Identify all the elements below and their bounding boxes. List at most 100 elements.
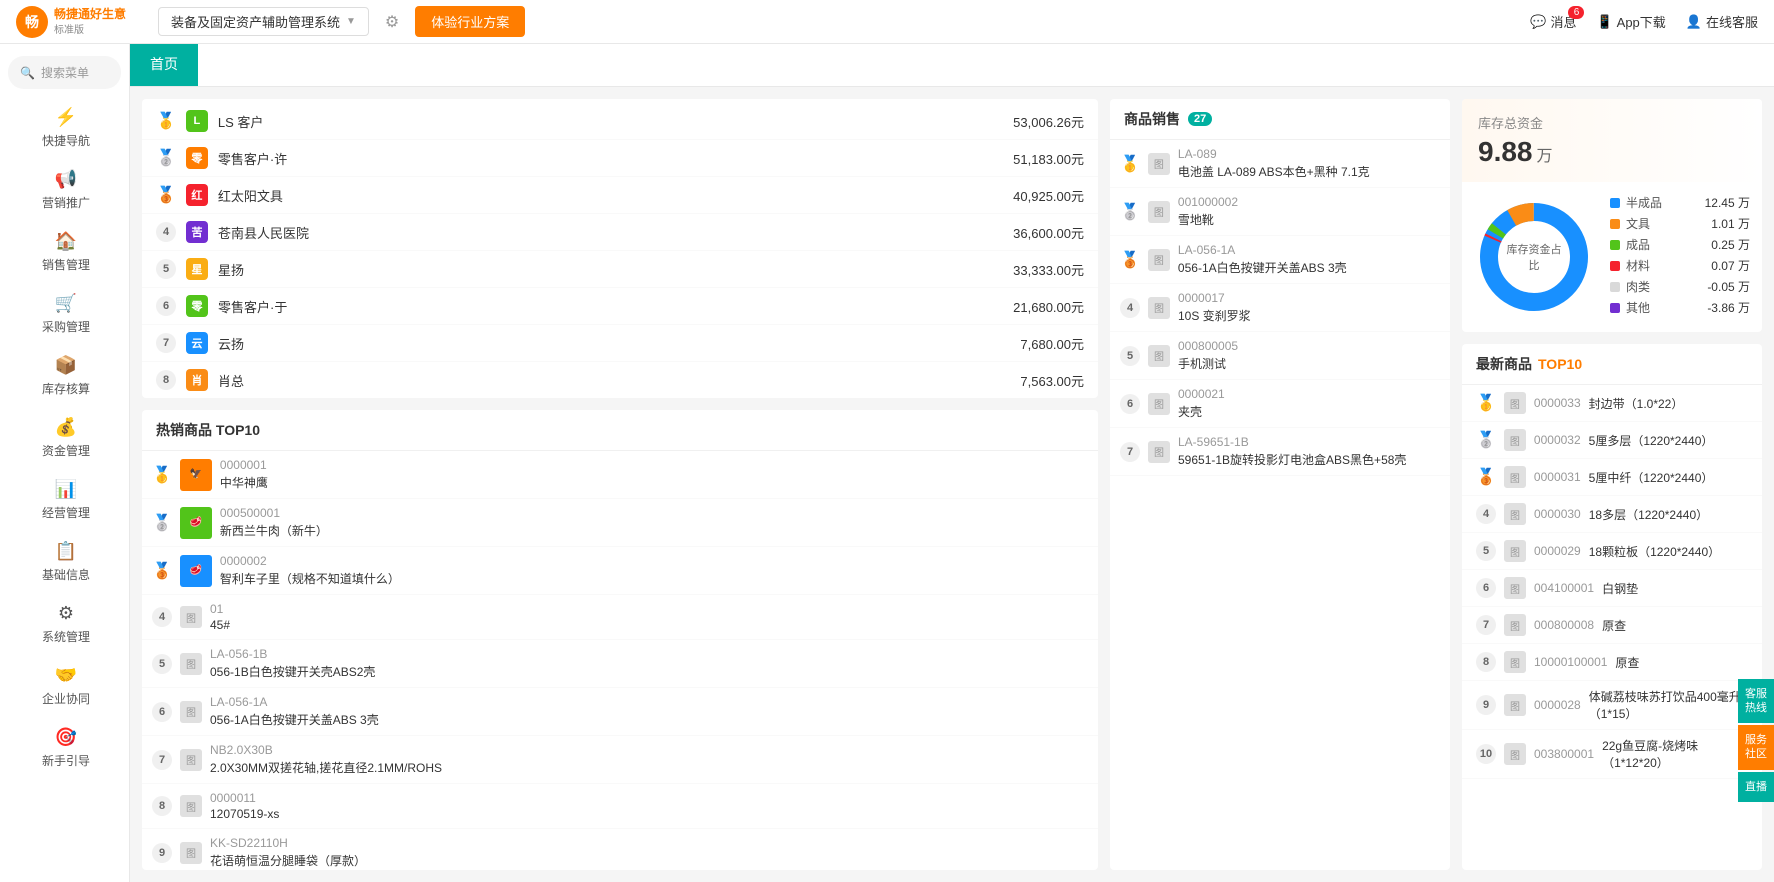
product-image-placeholder: 图 [180, 701, 202, 723]
sidebar-item-finance[interactable]: 💰 资金管理 [0, 407, 129, 469]
sidebar-item-guide[interactable]: 🎯 新手引导 [0, 717, 129, 779]
hot-product-item: 6 图 LA-056-1A 056-1A白色按键开关盖ABS 3壳 [142, 688, 1098, 736]
legend-item: 文具 1.01 万 [1610, 215, 1750, 232]
money-icon: 💰 [55, 417, 77, 438]
product-image: 🦅 [180, 459, 212, 491]
product-code: 0000030 [1534, 507, 1581, 521]
legend-name: 文具 [1626, 215, 1705, 232]
sidebar-item-enterprise[interactable]: 🤝 企业协同 [0, 655, 129, 717]
product-sales-item: 4 图 0000017 10S 变刹罗浆 [1110, 284, 1450, 332]
sidebar-item-sales[interactable]: 🏠 销售管理 [0, 221, 129, 283]
product-sales-item: 5 图 000800005 手机测试 [1110, 332, 1450, 380]
product-code: 003800001 [1534, 747, 1594, 761]
customer-rank-item: 🥇 L LS 客户 53,006.26元 [142, 103, 1098, 140]
customer-name: LS 客户 [218, 112, 1003, 131]
legend-color-dot [1610, 198, 1620, 208]
hot-products-list: 🥇 🦅 0000001 中华神鹰 🥈 🥩 000500001 [142, 451, 1098, 870]
hot-product-item: 8 图 0000011 12070519-xs [142, 784, 1098, 829]
legend-color-dot [1610, 282, 1620, 292]
product-sales-badge: 27 [1188, 112, 1212, 126]
product-name: 18多层（1220*2440） [1589, 506, 1708, 523]
product-sales-item: 🥈 图 001000002 雪地靴 [1110, 188, 1450, 236]
cs-hotline-button[interactable]: 客服热线 [1738, 679, 1774, 724]
product-info: KK-SD22110H 花语萌恒温分腿睡袋（厚款） [210, 836, 1088, 869]
cs-direct-button[interactable]: 直播 [1738, 772, 1774, 802]
product-image-placeholder: 图 [1504, 694, 1526, 716]
product-name: 10S 变刹罗浆 [1178, 307, 1440, 324]
sidebar-item-quick-nav[interactable]: ⚡ 快捷导航 [0, 97, 129, 159]
product-code: LA-59651-1B [1178, 435, 1440, 449]
product-name: 056-1B白色按键开关壳ABS2壳 [210, 663, 1088, 680]
sidebar-item-system[interactable]: ⚙ 系统管理 [0, 593, 129, 655]
hot-products-header: 热销商品 TOP10 [142, 410, 1098, 451]
product-code: LA-056-1A [1178, 243, 1440, 257]
sidebar-label-system: 系统管理 [42, 628, 90, 645]
gold-medal-icon: 🥇 [156, 111, 176, 131]
product-code: 0000002 [220, 554, 1088, 568]
message-item[interactable]: 💬 消息 6 [1530, 12, 1576, 31]
inventory-unit: 万 [1537, 142, 1553, 166]
legend-color-dot [1610, 219, 1620, 229]
rank-number: 8 [156, 370, 176, 390]
page-content: 🥇 L LS 客户 53,006.26元 🥈 零 零售客户·许 51,183.0… [130, 87, 1774, 882]
cs-community-button[interactable]: 服务社区 [1738, 725, 1774, 770]
product-code: 0000011 [210, 791, 1088, 805]
avatar: 苦 [186, 221, 208, 243]
app-label: App下载 [1617, 12, 1666, 31]
customer-service-float: 客服热线 服务社区 直播 [1738, 679, 1774, 802]
trial-button[interactable]: 体验行业方案 [415, 6, 525, 37]
legend-value: 12.45 万 [1705, 194, 1750, 211]
rank-number: 7 [1120, 442, 1140, 462]
search-icon: 🔍 [20, 66, 35, 80]
gold-medal-icon: 🥇 [152, 465, 172, 485]
sidebar-search[interactable]: 🔍 搜索菜单 [8, 56, 121, 89]
rank-number: 5 [1476, 541, 1496, 561]
customer-value: 7,563.00元 [1020, 371, 1084, 390]
sidebar-item-inventory[interactable]: 📦 库存核算 [0, 345, 129, 407]
customer-rank-item: 8 肖 肖总 7,563.00元 [142, 362, 1098, 398]
guide-icon: 🎯 [55, 727, 77, 748]
app-download-item[interactable]: 📱 App下载 [1596, 12, 1665, 31]
product-code: 000800008 [1534, 618, 1594, 632]
rank-number: 10 [1476, 744, 1496, 764]
gold-medal-icon: 🥇 [1476, 393, 1496, 413]
hot-product-item: 9 图 KK-SD22110H 花语萌恒温分腿睡袋（厚款） [142, 829, 1098, 870]
home-icon: 🏠 [55, 231, 77, 252]
rank-number: 5 [1120, 346, 1140, 366]
legend-name: 半成品 [1626, 194, 1699, 211]
sidebar: 🔍 搜索菜单 ⚡ 快捷导航 📢 营销推广 🏠 销售管理 🛒 采购管理 📦 库存核… [0, 44, 130, 882]
product-name: 电池盖 LA-089 ABS本色+黑种 7.1克 [1178, 163, 1440, 180]
online-service-item[interactable]: 👤 在线客服 [1686, 12, 1758, 31]
sidebar-item-purchase[interactable]: 🛒 采购管理 [0, 283, 129, 345]
product-sales-item: 🥉 图 LA-056-1A 056-1A白色按键开关盖ABS 3壳 [1110, 236, 1450, 284]
settings-icon[interactable]: ⚙ [385, 12, 399, 32]
sidebar-label-sales: 销售管理 [42, 256, 90, 273]
service-icon: 👤 [1686, 14, 1702, 30]
rank-number: 6 [1476, 578, 1496, 598]
product-image-placeholder: 图 [1504, 540, 1526, 562]
product-name: 18颗粒板（1220*2440） [1589, 543, 1720, 560]
sidebar-label-inventory: 库存核算 [42, 380, 90, 397]
product-sales-list: 🥇 图 LA-089 电池盖 LA-089 ABS本色+黑种 7.1克 🥈 图 [1110, 140, 1450, 476]
product-name: 原查 [1615, 654, 1639, 671]
system-selector[interactable]: 装备及固定资产辅助管理系统 ▼ [158, 7, 369, 36]
rank-number: 9 [1476, 695, 1496, 715]
product-code: 0000017 [1178, 291, 1440, 305]
sidebar-item-marketing[interactable]: 📢 营销推广 [0, 159, 129, 221]
sidebar-item-basic-info[interactable]: 📋 基础信息 [0, 531, 129, 593]
rank-number: 7 [156, 333, 176, 353]
rank-number: 4 [1120, 298, 1140, 318]
legend-value: 0.07 万 [1711, 257, 1750, 274]
product-sales-card: 商品销售 27 🥇 图 LA-089 电池盖 LA-089 ABS本色+黑种 7… [1110, 99, 1450, 870]
tab-home[interactable]: 首页 [130, 44, 198, 86]
bronze-medal-icon: 🥉 [152, 561, 172, 581]
product-image-placeholder: 图 [1148, 249, 1170, 271]
legend-value: 0.25 万 [1711, 236, 1750, 253]
customer-value: 33,333.00元 [1013, 260, 1084, 279]
product-image: 🥩 [180, 507, 212, 539]
legend-item: 其他 -3.86 万 [1610, 299, 1750, 316]
sidebar-item-operations[interactable]: 📊 经营管理 [0, 469, 129, 531]
silver-medal-icon: 🥈 [1476, 430, 1496, 450]
product-code: 001000002 [1178, 195, 1440, 209]
product-image: 🥩 [180, 555, 212, 587]
